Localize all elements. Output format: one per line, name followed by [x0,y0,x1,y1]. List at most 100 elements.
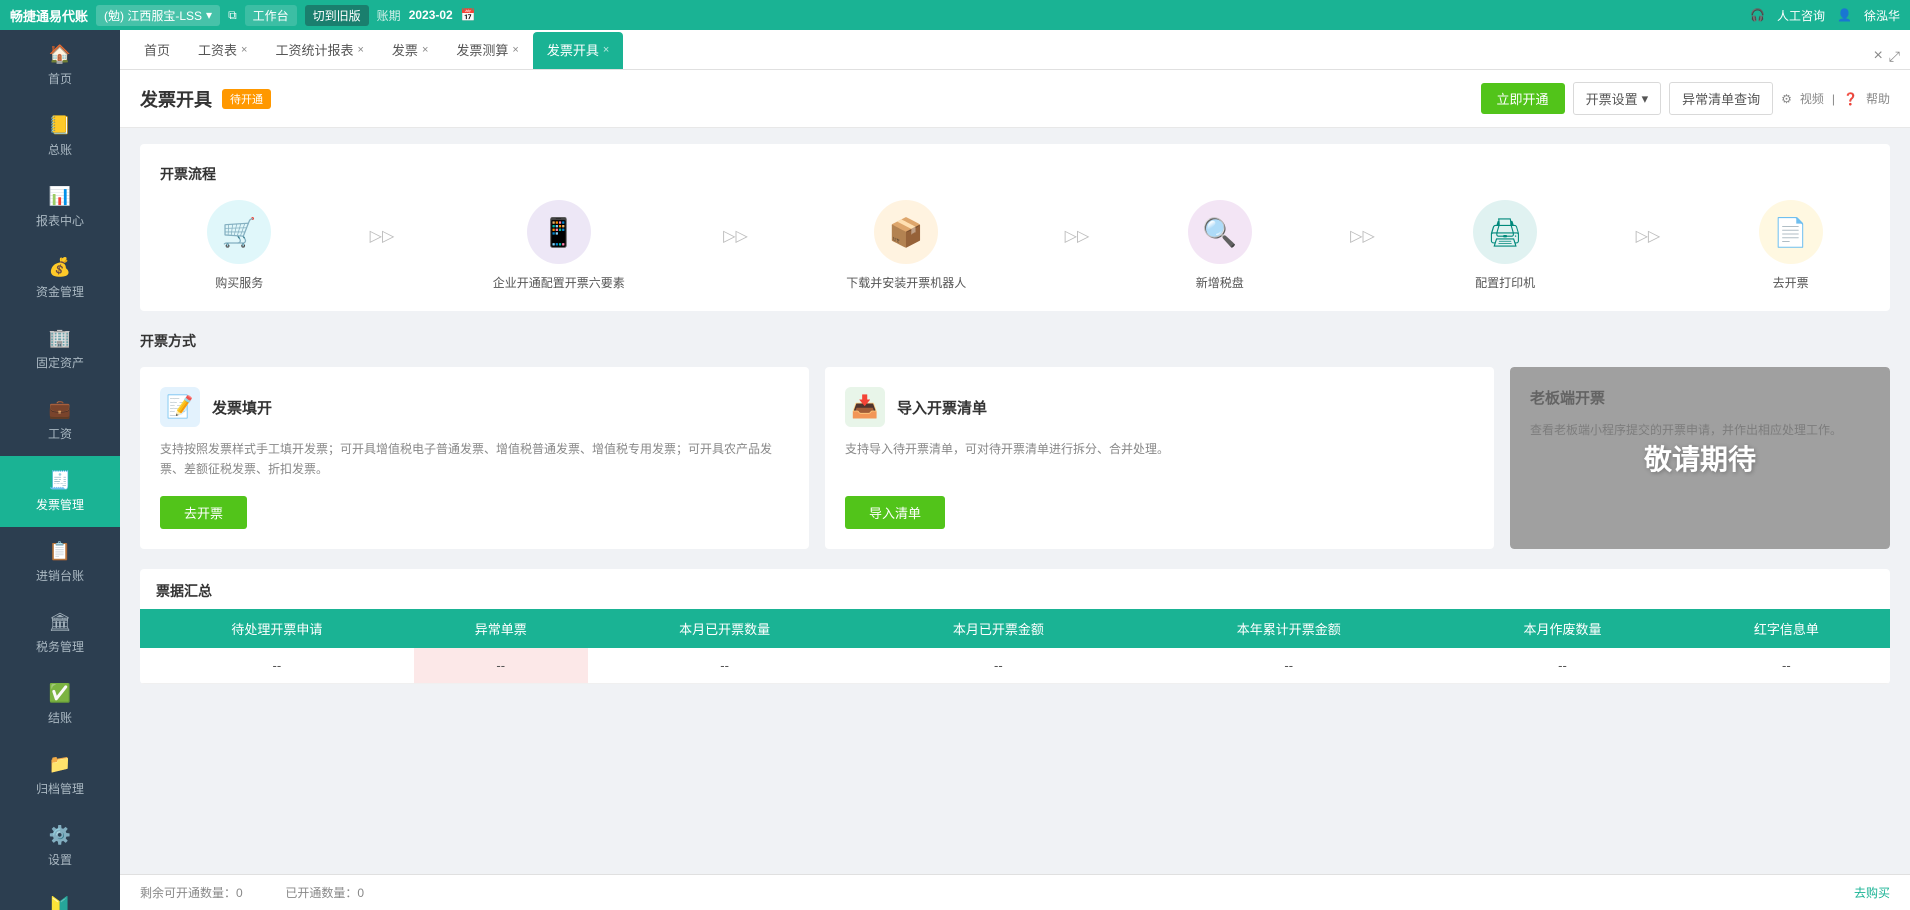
restore-window-icon[interactable]: ⤢ [1889,48,1900,65]
close-window-icon[interactable]: × [1873,47,1882,65]
process-step-printer: 🖨 配置打印机 [1473,200,1537,291]
sidebar-item-tax[interactable]: 🏛 税务管理 [0,598,120,669]
sidebar-item-archive[interactable]: 📁 归档管理 [0,740,120,811]
col-monthly-amount: 本月已开票金额 [861,609,1135,648]
cell-monthly-count: -- [588,648,862,684]
content-header: 发票开具 待开通 立即开通 开票设置 ▾ 异常清单查询 ⚙ 视频 | ❓ [120,70,1910,128]
process-section-title: 开票流程 [160,164,1870,184]
content-header-left: 发票开具 待开通 [140,86,271,112]
col-void-count: 本月作废数量 [1442,609,1682,648]
process-step-download: 📦 下载并安装开票机器人 [846,200,966,291]
sidebar-item-reports[interactable]: 📊 报表中心 [0,172,120,243]
tab-invoice-calc-close[interactable]: × [512,44,518,56]
sidebar-item-salary[interactable]: 💼 工资 [0,385,120,456]
process-section: 开票流程 🛒 购买服务 ▷▷ 📱 企业开通配置开票六要素 [140,144,1890,311]
switch-old-button[interactable]: 切到旧版 [305,5,369,26]
top-bar-right: 🎧 人工咨询 👤 徐泓华 [1750,7,1900,24]
step-label-configure: 企业开通配置开票六要素 [493,274,625,291]
tab-invoice[interactable]: 发票 × [378,32,442,69]
sidebar-item-settings[interactable]: ⚙️ 设置 [0,811,120,882]
content-body: 开票流程 🛒 购买服务 ▷▷ 📱 企业开通配置开票六要素 [120,128,1910,700]
top-bar: 畅捷通易代账 (勉) 江西服宝-LSS ▾ ⧉ 工作台 切到旧版 账期 2023… [0,0,1910,30]
arrow-1: ▷▷ [366,226,399,246]
sidebar-label-settings: 设置 [48,851,72,868]
process-step-buy: 🛒 购买服务 [207,200,271,291]
tab-invoice-calc[interactable]: 发票测算 × [442,32,532,69]
col-abnormal: 异常单票 [414,609,588,648]
purchase-sales-icon: 📋 [49,541,71,562]
cell-abnormal: -- [414,648,588,684]
cell-void-count: -- [1442,648,1682,684]
content-area: 发票开具 待开通 立即开通 开票设置 ▾ 异常清单查询 ⚙ 视频 | ❓ [120,70,1910,874]
coming-soon-text: 敬请期待 [1644,438,1756,478]
period-value: 2023-02 [409,8,453,22]
sidebar-item-newbie[interactable]: 🔰 新手引导 [0,882,120,910]
method2-desc: 支持导入待开票清单，可对待开票清单进行拆分、合并处理。 [845,439,1474,480]
tab-salary-report[interactable]: 工资统计报表 × [261,32,377,69]
taxdisk-icon: 🔍 [1188,200,1252,264]
tab-salary-report-close[interactable]: × [357,44,363,56]
settle-icon: ✅ [49,683,71,704]
sidebar-label-ledger: 总账 [48,141,72,158]
method1-button[interactable]: 去开票 [160,496,247,529]
coming-soon-overlay: 敬请期待 [1510,367,1890,549]
tab-salary-label: 工资表 [198,40,237,59]
abnormal-list-button[interactable]: 异常清单查询 [1669,82,1773,115]
bottom-bar-right: 去购买 [1854,884,1890,901]
consult-label[interactable]: 人工咨询 [1777,7,1825,24]
sidebar-item-assets[interactable]: 🏢 固定资产 [0,314,120,385]
user-name[interactable]: 徐泓华 [1864,7,1900,24]
sidebar-item-home[interactable]: 🏠 首页 [0,30,120,101]
buy-link[interactable]: 去购买 [1854,886,1890,900]
right-panel: 首页 工资表 × 工资统计报表 × 发票 × 发票测算 × 发票开具 × [120,30,1910,910]
sidebar-item-invoice-mgmt[interactable]: 🧾 发票管理 [0,456,120,527]
tab-invoice-close[interactable]: × [422,44,428,56]
summary-header-row: 待处理开票申请 异常单票 本月已开票数量 本月已开票金额 本年累计开票金额 本月… [140,609,1890,648]
help-icon: ❓ [1843,92,1858,106]
tab-salary[interactable]: 工资表 × [184,32,261,69]
arrow-5: ▷▷ [1632,226,1665,246]
workspace-button[interactable]: 工作台 [245,5,297,26]
col-yearly-amount: 本年累计开票金额 [1135,609,1442,648]
sidebar: 🏠 首页 📒 总账 📊 报表中心 💰 资金管理 🏢 固定资产 💼 工资 🧾 发票… [0,30,120,910]
sidebar-item-settle[interactable]: ✅ 结账 [0,669,120,740]
arrow-4: ▷▷ [1346,226,1379,246]
tab-invoice-tool[interactable]: 发票开具 × [533,32,623,69]
window-controls: × ⤢ [1873,47,1900,69]
content-header-right: 立即开通 开票设置 ▾ 异常清单查询 ⚙ 视频 | ❓ 帮助 [1481,82,1890,115]
calendar-icon[interactable]: 📅 [461,8,476,22]
printer-icon: 🖨 [1473,200,1537,264]
company-selector[interactable]: (勉) 江西服宝-LSS ▾ [96,5,220,26]
reports-icon: 📊 [49,186,71,207]
sidebar-item-ledger[interactable]: 📒 总账 [0,101,120,172]
arrow-2: ▷▷ [719,226,752,246]
method-card-boss: 老板端开票 查看老板端小程序提交的开票申请，并作出相应处理工作。 敬请期待 [1510,367,1890,549]
method2-button[interactable]: 导入清单 [845,496,945,529]
view-icon: ⚙ [1781,92,1792,106]
tab-home-label: 首页 [144,40,170,59]
top-bar-actions: ⧉ [228,8,237,23]
method1-icon: 📝 [160,387,200,427]
summary-data-row: -- -- -- -- -- -- -- [140,648,1890,684]
method2-icon: 📥 [845,387,885,427]
open-now-button[interactable]: 立即开通 [1481,83,1565,114]
sidebar-item-funds[interactable]: 💰 资金管理 [0,243,120,314]
view-label[interactable]: 视频 [1800,90,1824,107]
open-settings-button[interactable]: 开票设置 ▾ [1573,82,1662,115]
methods-section-title: 开票方式 [140,331,1890,351]
col-monthly-count: 本月已开票数量 [588,609,862,648]
help-label[interactable]: 帮助 [1866,90,1890,107]
method1-title: 发票填开 [212,397,272,418]
separator: | [1832,92,1835,106]
header-tools: ⚙ 视频 | ❓ 帮助 [1781,90,1890,107]
tab-home[interactable]: 首页 [130,32,184,69]
method1-header: 📝 发票填开 [160,387,789,427]
copy-icon: ⧉ [228,8,237,23]
tab-invoice-tool-close[interactable]: × [603,44,609,56]
tab-salary-close[interactable]: × [241,44,247,56]
sidebar-item-purchase-sales[interactable]: 📋 进销台账 [0,527,120,598]
sidebar-label-settle: 结账 [48,709,72,726]
summary-section: 票据汇总 待处理开票申请 异常单票 本月已开票数量 本月已开票金额 本年累计开票… [140,569,1890,684]
sidebar-label-home: 首页 [48,70,72,87]
main-layout: 🏠 首页 📒 总账 📊 报表中心 💰 资金管理 🏢 固定资产 💼 工资 🧾 发票… [0,30,1910,910]
